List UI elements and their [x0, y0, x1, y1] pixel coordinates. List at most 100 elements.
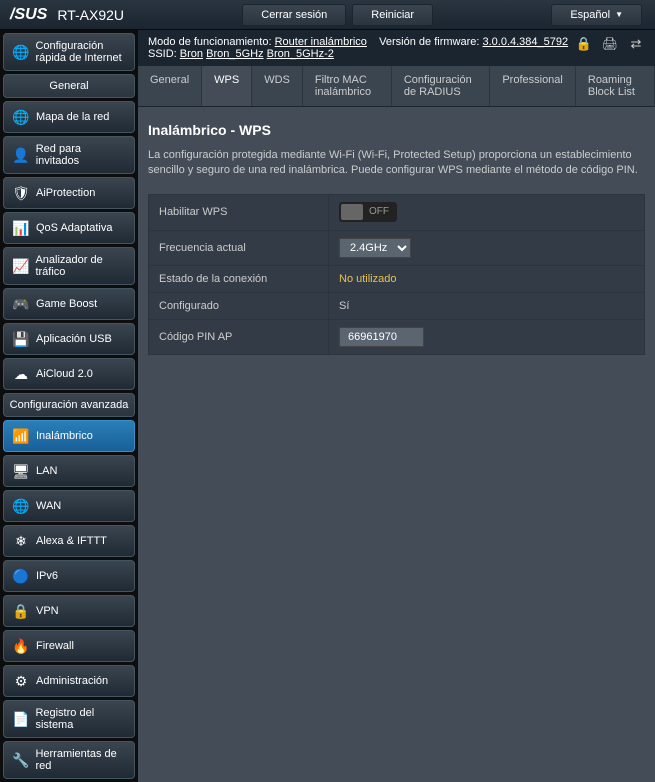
- sidebar-item-label: Alexa & IFTTT: [36, 535, 107, 547]
- sidebar-firewall[interactable]: 🔥 Firewall: [3, 630, 135, 662]
- sidebar-item-label: VPN: [36, 605, 59, 617]
- map-icon: 🌐: [12, 108, 30, 126]
- sidebar-general-header: General: [3, 74, 135, 98]
- conn-status-value: No utilizado: [339, 273, 396, 285]
- tab-mac-filter[interactable]: Filtro MAC inalámbrico: [303, 66, 392, 106]
- ipv6-icon: 🔵: [12, 567, 30, 585]
- sidebar-item-label: AiProtection: [36, 187, 95, 199]
- configured-label: Configurado: [149, 292, 329, 319]
- mode-value-link[interactable]: Router inalámbrico: [275, 36, 367, 48]
- globe-icon: 🌐: [12, 43, 29, 61]
- mode-label: Modo de funcionamiento:: [148, 36, 272, 48]
- toggle-knob: [341, 204, 363, 220]
- sidebar-item-label: IPv6: [36, 570, 58, 582]
- configured-value: Sí: [329, 292, 645, 319]
- tab-roaming-block[interactable]: Roaming Block List: [576, 66, 655, 106]
- sidebar-item-label: Administración: [36, 675, 108, 687]
- frequency-select[interactable]: 2.4GHz: [339, 238, 411, 258]
- sidebar-aiprotection[interactable]: 🛡 AiProtection: [3, 177, 135, 209]
- sidebar-admin[interactable]: ⚙ Administración: [3, 665, 135, 697]
- model-name: RT-AX92U: [57, 7, 124, 23]
- info-bar: Modo de funcionamiento: Router inalámbri…: [138, 30, 655, 66]
- sidebar-item-label: WAN: [36, 500, 61, 512]
- tab-general[interactable]: General: [138, 66, 202, 106]
- sidebar-qos[interactable]: 📊 QoS Adaptativa: [3, 212, 135, 244]
- logout-button[interactable]: Cerrar sesión: [242, 4, 346, 26]
- wifi-icon: 📶: [12, 427, 30, 445]
- gauge-icon: 📊: [12, 219, 30, 237]
- page-title: Inalámbrico - WPS: [138, 107, 655, 148]
- sidebar-aicloud[interactable]: ☁ AiCloud 2.0: [3, 358, 135, 390]
- log-icon: 📄: [12, 710, 29, 728]
- tools-icon: 🔧: [12, 751, 29, 769]
- admin-icon: ⚙: [12, 672, 30, 690]
- sidebar-advanced-header: Configuración avanzada: [3, 393, 135, 417]
- sidebar-item-label: LAN: [36, 465, 57, 477]
- fw-value-link[interactable]: 3.0.0.4.384_5792: [482, 36, 568, 48]
- conn-status-label: Estado de la conexión: [149, 265, 329, 292]
- language-dropdown[interactable]: Español: [551, 4, 642, 26]
- pin-input[interactable]: [339, 327, 424, 347]
- sidebar-item-label: Registro del sistema: [35, 707, 126, 731]
- sidebar-ipv6[interactable]: 🔵 IPv6: [3, 560, 135, 592]
- tab-professional[interactable]: Professional: [490, 66, 576, 106]
- tabs: General WPS WDS Filtro MAC inalámbrico C…: [138, 66, 655, 107]
- sidebar-item-label: AiCloud 2.0: [36, 368, 93, 380]
- enable-wps-label: Habilitar WPS: [149, 194, 329, 230]
- ssid-1[interactable]: Bron: [180, 48, 203, 60]
- fw-label: Versión de firmware:: [379, 36, 479, 48]
- sidebar-network-map[interactable]: 🌐 Mapa de la red: [3, 101, 135, 133]
- printer-icon[interactable]: 🖨: [601, 36, 619, 52]
- chart-icon: 📈: [12, 257, 29, 275]
- tab-wps[interactable]: WPS: [202, 66, 252, 106]
- freq-label: Frecuencia actual: [149, 230, 329, 265]
- page-description: La configuración protegida mediante Wi-F…: [138, 148, 655, 194]
- cloud-icon: ☁: [12, 365, 30, 383]
- sidebar-item-label: Inalámbrico: [36, 430, 93, 442]
- brand-logo: /SUS: [10, 6, 47, 24]
- usb-status-icon[interactable]: ⇄: [627, 36, 645, 52]
- wan-icon: 🌐: [12, 497, 30, 515]
- sidebar-item-label: Configuración rápida de Internet: [35, 40, 126, 64]
- wps-form: Habilitar WPS OFF Frecuencia actual 2.4G…: [148, 194, 645, 355]
- sidebar-traffic-analyzer[interactable]: 📈 Analizador de tráfico: [3, 247, 135, 285]
- usb-icon: 💾: [12, 330, 30, 348]
- sidebar-item-label: Game Boost: [36, 298, 97, 310]
- vpn-icon: 🔒: [12, 602, 30, 620]
- alexa-icon: ❄: [12, 532, 30, 550]
- tab-radius[interactable]: Configuración de RADIUS: [392, 66, 490, 106]
- lock-icon[interactable]: 🔒: [575, 36, 593, 52]
- sidebar-wan[interactable]: 🌐 WAN: [3, 490, 135, 522]
- gamepad-icon: 🎮: [12, 295, 30, 313]
- enable-wps-toggle[interactable]: OFF: [339, 202, 397, 222]
- firewall-icon: 🔥: [12, 637, 30, 655]
- sidebar-item-label: Analizador de tráfico: [35, 254, 126, 278]
- sidebar: 🌐 Configuración rápida de Internet Gener…: [0, 30, 138, 782]
- sidebar-network-tools[interactable]: 🔧 Herramientas de red: [3, 741, 135, 779]
- sidebar-item-label: Mapa de la red: [36, 111, 109, 123]
- sidebar-item-label: Firewall: [36, 640, 74, 652]
- sidebar-item-label: Herramientas de red: [35, 748, 126, 772]
- tab-wds[interactable]: WDS: [252, 66, 303, 106]
- sidebar-guest-network[interactable]: 👤 Red para invitados: [3, 136, 135, 174]
- shield-icon: 🛡: [12, 184, 30, 202]
- sidebar-lan[interactable]: 🖥 LAN: [3, 455, 135, 487]
- sidebar-item-label: Red para invitados: [36, 143, 126, 167]
- sidebar-item-label: QoS Adaptativa: [36, 222, 112, 234]
- sidebar-quick-setup[interactable]: 🌐 Configuración rápida de Internet: [3, 33, 135, 71]
- reboot-button[interactable]: Reiniciar: [352, 4, 433, 26]
- sidebar-alexa-ifttt[interactable]: ❄ Alexa & IFTTT: [3, 525, 135, 557]
- ssid-label: SSID:: [148, 48, 177, 60]
- sidebar-game-boost[interactable]: 🎮 Game Boost: [3, 288, 135, 320]
- guest-icon: 👤: [12, 146, 30, 164]
- sidebar-vpn[interactable]: 🔒 VPN: [3, 595, 135, 627]
- sidebar-item-label: Aplicación USB: [36, 333, 112, 345]
- sidebar-syslog[interactable]: 📄 Registro del sistema: [3, 700, 135, 738]
- ssid-2[interactable]: Bron_5GHz: [206, 48, 263, 60]
- ssid-3[interactable]: Bron_5GHz-2: [267, 48, 334, 60]
- pin-label: Código PIN AP: [149, 319, 329, 354]
- toggle-off-label: OFF: [363, 206, 395, 217]
- sidebar-usb-app[interactable]: 💾 Aplicación USB: [3, 323, 135, 355]
- lan-icon: 🖥: [12, 462, 30, 480]
- sidebar-wireless[interactable]: 📶 Inalámbrico: [3, 420, 135, 452]
